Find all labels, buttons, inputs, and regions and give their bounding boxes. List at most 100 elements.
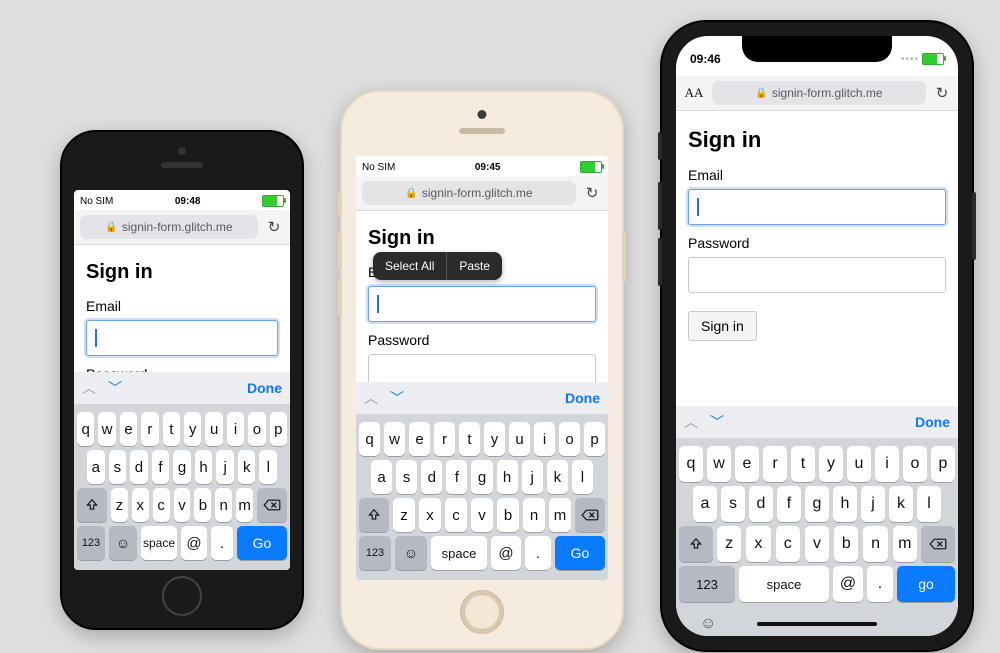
reload-icon[interactable]: ↻ — [264, 218, 284, 236]
key-k[interactable]: k — [238, 450, 256, 484]
at-key[interactable]: @ — [181, 526, 207, 560]
key-j[interactable]: j — [522, 460, 543, 494]
url-pill[interactable]: 🔒 signin-form.glitch.me — [362, 181, 576, 205]
key-a[interactable]: a — [693, 486, 717, 522]
key-b[interactable]: b — [194, 488, 211, 522]
key-x[interactable]: x — [419, 498, 441, 532]
key-h[interactable]: h — [833, 486, 857, 522]
space-key[interactable]: space — [141, 526, 177, 560]
key-w[interactable]: w — [707, 446, 731, 482]
prev-field-icon[interactable]: ︿ — [364, 388, 378, 408]
key-b[interactable]: b — [834, 526, 858, 562]
done-button[interactable]: Done — [565, 390, 600, 406]
go-key[interactable]: Go — [237, 526, 287, 560]
shift-key[interactable] — [359, 498, 389, 532]
key-e[interactable]: e — [735, 446, 759, 482]
key-z[interactable]: z — [111, 488, 128, 522]
key-d[interactable]: d — [749, 486, 773, 522]
key-e[interactable]: e — [120, 412, 137, 446]
key-e[interactable]: e — [409, 422, 430, 456]
key-s[interactable]: s — [396, 460, 417, 494]
reader-aa-button[interactable]: AA — [682, 85, 706, 101]
key-v[interactable]: v — [805, 526, 829, 562]
key-o[interactable]: o — [559, 422, 580, 456]
key-h[interactable]: h — [497, 460, 518, 494]
key-a[interactable]: a — [87, 450, 105, 484]
space-key[interactable]: space — [739, 566, 829, 602]
key-s[interactable]: s — [109, 450, 127, 484]
key-n[interactable]: n — [215, 488, 232, 522]
backspace-key[interactable] — [575, 498, 605, 532]
dot-key[interactable]: . — [211, 526, 233, 560]
key-m[interactable]: m — [893, 526, 917, 562]
key-o[interactable]: o — [903, 446, 927, 482]
home-indicator[interactable] — [757, 622, 877, 626]
prev-field-icon[interactable]: ︿ — [82, 378, 96, 398]
backspace-key[interactable] — [921, 526, 955, 562]
key-u[interactable]: u — [847, 446, 871, 482]
key-k[interactable]: k — [547, 460, 568, 494]
key-q[interactable]: q — [679, 446, 703, 482]
key-j[interactable]: j — [216, 450, 234, 484]
emoji-key[interactable]: ☺ — [700, 615, 716, 633]
next-field-icon[interactable]: ﹀ — [390, 388, 404, 408]
password-field[interactable] — [688, 257, 946, 293]
key-l[interactable]: l — [917, 486, 941, 522]
key-q[interactable]: q — [77, 412, 94, 446]
shift-key[interactable] — [77, 488, 107, 522]
key-n[interactable]: n — [523, 498, 545, 532]
key-t[interactable]: t — [163, 412, 180, 446]
key-f[interactable]: f — [777, 486, 801, 522]
dot-key[interactable]: . — [867, 566, 893, 602]
email-field[interactable] — [368, 286, 596, 322]
key-i[interactable]: i — [534, 422, 555, 456]
key-z[interactable]: z — [393, 498, 415, 532]
paste-button[interactable]: Paste — [447, 252, 502, 280]
key-g[interactable]: g — [805, 486, 829, 522]
emoji-key[interactable]: ☺ — [395, 536, 427, 570]
key-g[interactable]: g — [471, 460, 492, 494]
key-m[interactable]: m — [549, 498, 571, 532]
signin-button[interactable]: Sign in — [688, 311, 757, 341]
at-key[interactable]: @ — [833, 566, 863, 602]
email-field[interactable] — [86, 320, 278, 356]
key-d[interactable]: d — [130, 450, 148, 484]
key-u[interactable]: u — [509, 422, 530, 456]
key-y[interactable]: y — [184, 412, 201, 446]
reload-icon[interactable]: ↻ — [932, 84, 952, 102]
backspace-key[interactable] — [257, 488, 287, 522]
key-i[interactable]: i — [227, 412, 244, 446]
next-field-icon[interactable]: ﹀ — [710, 412, 724, 432]
key-p[interactable]: p — [931, 446, 955, 482]
key-c[interactable]: c — [776, 526, 800, 562]
key-v[interactable]: v — [174, 488, 191, 522]
done-button[interactable]: Done — [247, 380, 282, 396]
at-key[interactable]: @ — [491, 536, 521, 570]
key-r[interactable]: r — [763, 446, 787, 482]
go-key[interactable]: Go — [555, 536, 605, 570]
prev-field-icon[interactable]: ︿ — [684, 412, 698, 432]
url-pill[interactable]: 🔒 signin-form.glitch.me — [712, 81, 926, 105]
key-w[interactable]: w — [98, 412, 115, 446]
key-v[interactable]: v — [471, 498, 493, 532]
select-all-button[interactable]: Select All — [373, 252, 446, 280]
key-m[interactable]: m — [236, 488, 253, 522]
key-x[interactable]: x — [746, 526, 770, 562]
reload-icon[interactable]: ↻ — [582, 184, 602, 202]
key-k[interactable]: k — [889, 486, 913, 522]
home-button[interactable] — [460, 590, 504, 634]
key-l[interactable]: l — [572, 460, 593, 494]
key-p[interactable]: p — [584, 422, 605, 456]
key-j[interactable]: j — [861, 486, 885, 522]
key-r[interactable]: r — [434, 422, 455, 456]
key-f[interactable]: f — [152, 450, 170, 484]
numbers-key[interactable]: 123 — [679, 566, 735, 602]
key-g[interactable]: g — [173, 450, 191, 484]
home-button[interactable] — [162, 576, 202, 616]
dot-key[interactable]: . — [525, 536, 551, 570]
url-pill[interactable]: 🔒 signin-form.glitch.me — [80, 215, 258, 239]
email-field[interactable] — [688, 189, 946, 225]
space-key[interactable]: space — [431, 536, 487, 570]
key-s[interactable]: s — [721, 486, 745, 522]
key-t[interactable]: t — [791, 446, 815, 482]
